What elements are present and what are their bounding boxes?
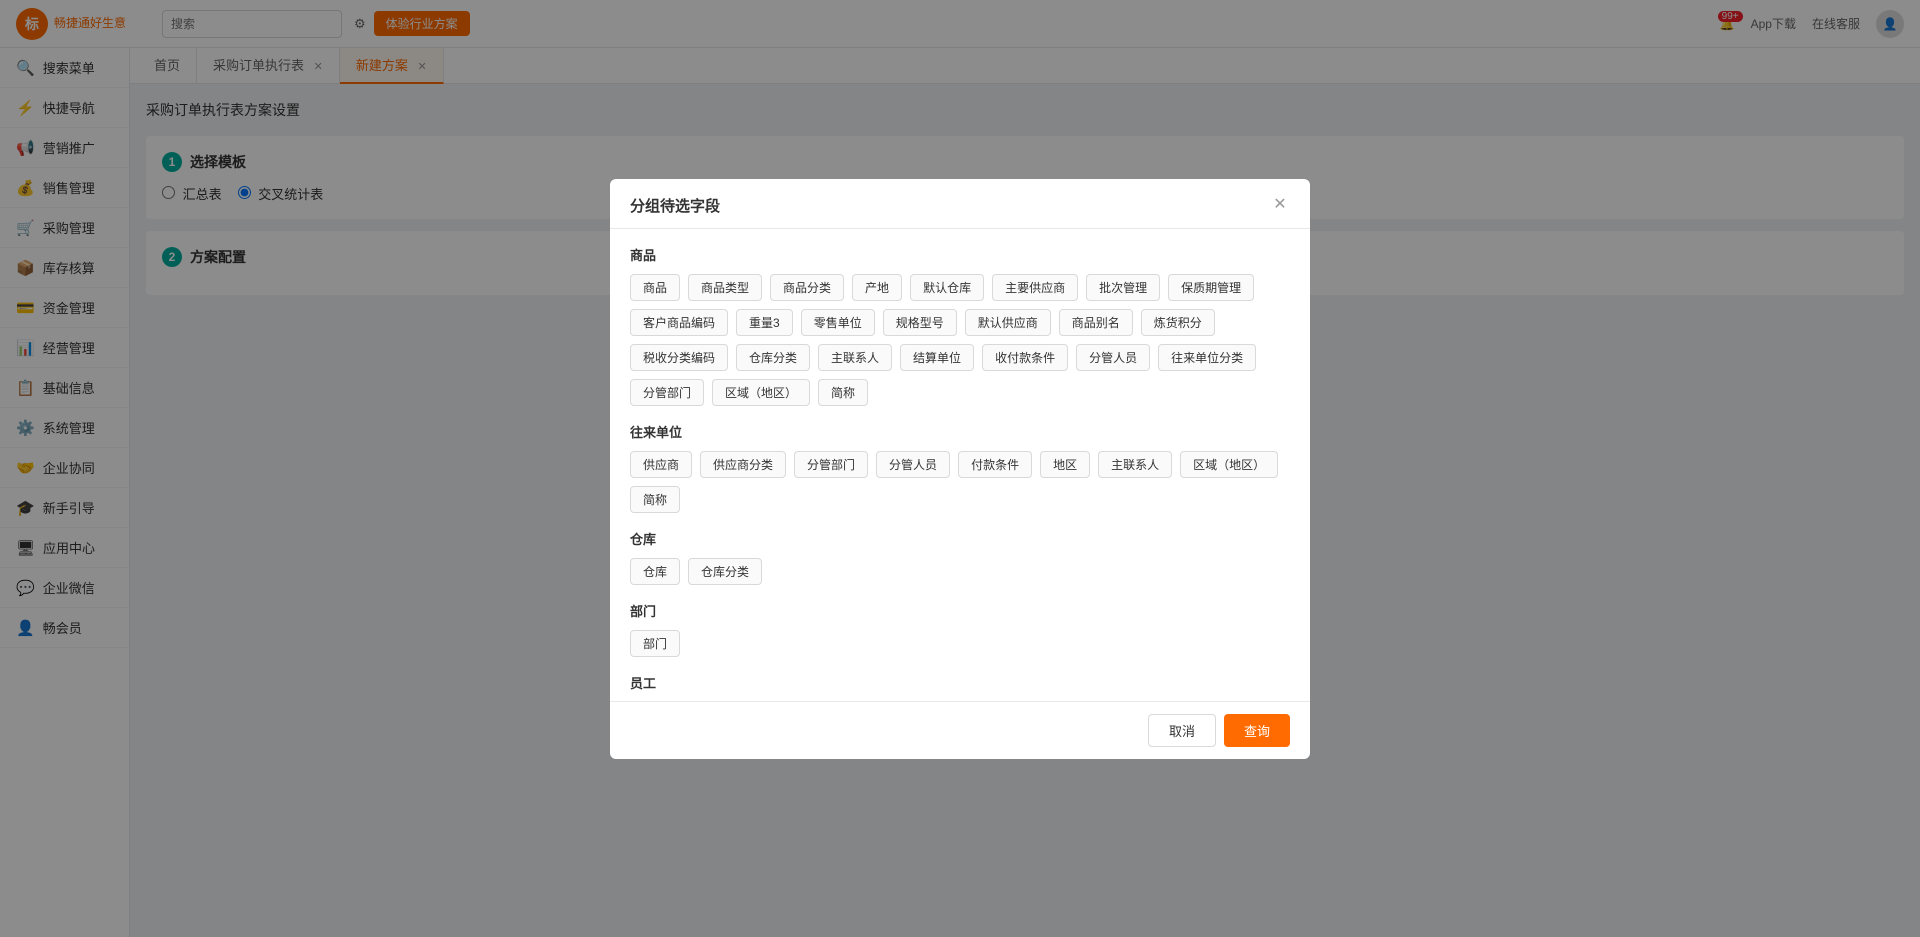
field-tag[interactable]: 主联系人: [818, 344, 892, 371]
section-partner: 往来单位供应商供应商分类分管部门分管人员付款条件地区主联系人区域（地区） 简称: [630, 422, 1290, 513]
field-tag[interactable]: 地区: [1040, 451, 1090, 478]
field-tag[interactable]: 简称: [818, 379, 868, 406]
dialog-title: 分组待选字段: [630, 195, 720, 216]
section-warehouse: 仓库仓库仓库分类: [630, 529, 1290, 585]
field-tag[interactable]: 区域（地区）: [712, 379, 810, 406]
field-tag[interactable]: 保质期管理: [1168, 274, 1254, 301]
field-tag[interactable]: 部门: [630, 630, 680, 657]
field-tag[interactable]: 分管人员: [1076, 344, 1150, 371]
field-tag[interactable]: 商品分类: [770, 274, 844, 301]
field-tag[interactable]: 商品: [630, 274, 680, 301]
field-tag[interactable]: 客户商品编码: [630, 309, 728, 336]
confirm-button[interactable]: 查询: [1224, 714, 1290, 747]
section-title-department: 部门: [630, 601, 1290, 620]
field-tag[interactable]: 收付款条件: [982, 344, 1068, 371]
field-tag[interactable]: 仓库分类: [736, 344, 810, 371]
section-product: 商品商品商品类型商品分类产地默认仓库主要供应商批次管理保质期管理客户商品编码重量…: [630, 245, 1290, 406]
field-tag[interactable]: 主要供应商: [992, 274, 1078, 301]
cancel-button[interactable]: 取消: [1148, 714, 1216, 747]
field-tag[interactable]: 主联系人: [1098, 451, 1172, 478]
field-select-dialog: 分组待选字段 ✕ 商品商品商品类型商品分类产地默认仓库主要供应商批次管理保质期管…: [610, 179, 1310, 759]
dialog-footer: 取消 查询: [610, 701, 1310, 759]
field-tag[interactable]: 供应商: [630, 451, 692, 478]
section-title-warehouse: 仓库: [630, 529, 1290, 548]
field-tag[interactable]: 默认仓库: [910, 274, 984, 301]
field-tags-partner: 供应商供应商分类分管部门分管人员付款条件地区主联系人区域（地区） 简称: [630, 451, 1290, 513]
field-tag[interactable]: 付款条件: [958, 451, 1032, 478]
dialog-header: 分组待选字段 ✕: [610, 179, 1310, 229]
field-tags-product: 商品商品类型商品分类产地默认仓库主要供应商批次管理保质期管理客户商品编码重量3 零…: [630, 274, 1290, 406]
section-title-product: 商品: [630, 245, 1290, 264]
field-tag[interactable]: 税收分类编码: [630, 344, 728, 371]
field-tag[interactable]: 仓库: [630, 558, 680, 585]
field-tag[interactable]: 供应商分类: [700, 451, 786, 478]
section-title-employee: 员工: [630, 673, 1290, 692]
field-tag[interactable]: 结算单位: [900, 344, 974, 371]
modal-overlay: 分组待选字段 ✕ 商品商品商品类型商品分类产地默认仓库主要供应商批次管理保质期管…: [0, 0, 1920, 937]
field-tag[interactable]: 产地: [852, 274, 902, 301]
field-tag[interactable]: 区域（地区）: [1180, 451, 1278, 478]
field-tag[interactable]: 零售单位: [801, 309, 875, 336]
field-tag[interactable]: 分管人员: [876, 451, 950, 478]
field-tag[interactable]: 炼货积分: [1141, 309, 1215, 336]
field-tag[interactable]: 简称: [630, 486, 680, 513]
field-tag[interactable]: 仓库分类: [688, 558, 762, 585]
close-icon[interactable]: ✕: [1270, 195, 1290, 215]
dialog-body: 商品商品商品类型商品分类产地默认仓库主要供应商批次管理保质期管理客户商品编码重量…: [610, 229, 1310, 701]
field-tag[interactable]: 分管部门: [794, 451, 868, 478]
field-tags-department: 部门: [630, 630, 1290, 657]
field-tag[interactable]: 分管部门: [630, 379, 704, 406]
section-title-partner: 往来单位: [630, 422, 1290, 441]
field-tag[interactable]: 重量3: [736, 309, 793, 336]
field-tag[interactable]: 规格型号: [883, 309, 957, 336]
field-tag[interactable]: 批次管理: [1086, 274, 1160, 301]
field-tags-warehouse: 仓库仓库分类: [630, 558, 1290, 585]
section-employee: 员工业务员: [630, 673, 1290, 701]
field-tag[interactable]: 商品类型: [688, 274, 762, 301]
field-tag[interactable]: 默认供应商: [965, 309, 1051, 336]
section-department: 部门部门: [630, 601, 1290, 657]
field-tag[interactable]: 商品别名: [1059, 309, 1133, 336]
field-tag[interactable]: 往来单位分类: [1158, 344, 1256, 371]
